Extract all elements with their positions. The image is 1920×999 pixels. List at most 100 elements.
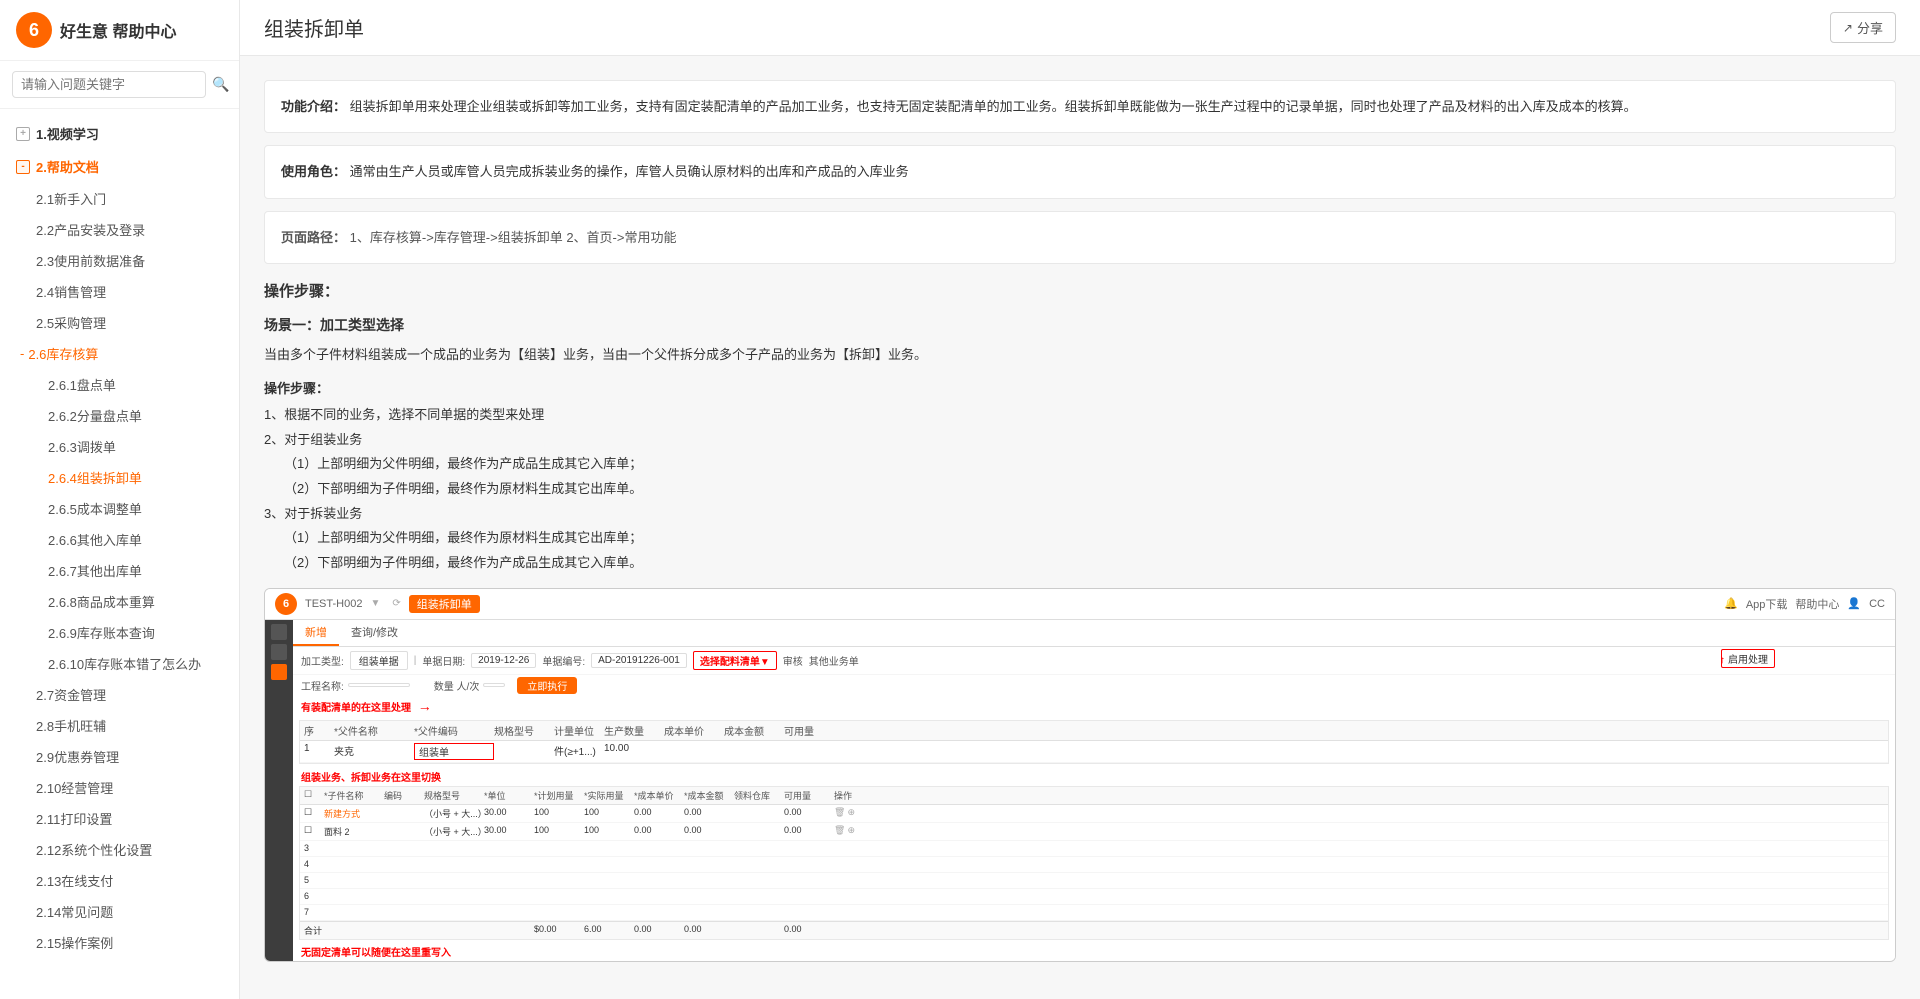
td-l-spec-1: （小号 + 大...）	[424, 807, 484, 820]
sidebar-item-2-11[interactable]: 2.11打印设置	[0, 803, 239, 834]
sidebar-item-2-6-3[interactable]: 2.6.3调拨单	[0, 431, 239, 462]
sidebar-item-2-4[interactable]: 2.4销售管理	[0, 276, 239, 307]
mock-tab-list[interactable]: 查询/修改	[339, 620, 410, 646]
td-l-del-2[interactable]: 🗑	[834, 825, 845, 838]
sidebar-item-2-7[interactable]: 2.7资金管理	[0, 679, 239, 710]
sidebar-item-2-6-7[interactable]: 2.6.7其他出库单	[0, 555, 239, 586]
expand-icon-2-6: -	[20, 346, 24, 361]
share-button[interactable]: ↗ 分享	[1830, 12, 1896, 43]
mock-btn-other[interactable]: 其他业务单	[809, 653, 859, 668]
sidebar-item-2-6-9[interactable]: 2.6.9库存账本查询	[0, 617, 239, 648]
th-l-spec: 规格型号	[424, 789, 484, 802]
mock-tab-new[interactable]: 新增	[293, 620, 339, 646]
intro-text: 组装拆卸单用来处理企业组装或拆卸等加工业务，支持有固定装配清单的产品加工业务，也…	[350, 99, 1637, 114]
td-l-unit-1: 30.00	[484, 807, 534, 820]
path-label: 页面路径：	[281, 230, 346, 245]
screenshot-mockup: 6 TEST-H002 ▼ ⟳ 组装拆卸单 🔔 App下载 帮助中心 👤 CC	[264, 588, 1896, 962]
mock-field-date[interactable]: 2019-12-26	[471, 653, 536, 668]
annotation-arrow-right-1: →	[418, 698, 432, 714]
path-block: 页面路径： 1、库存核算->库存管理->组装拆卸单 2、首页->常用功能	[264, 211, 1896, 264]
mock-btn-approve[interactable]: 审核	[783, 653, 803, 668]
td-avail1-1	[784, 743, 824, 760]
tf-avail-total: 0.00	[784, 924, 834, 937]
sidebar-item-2-6[interactable]: - 2.6库存核算	[0, 338, 239, 369]
search-input[interactable]	[12, 71, 206, 98]
sidebar-item-2[interactable]: - 2.帮助文档	[0, 150, 239, 183]
mock-field-bh[interactable]: AD-20191226-001	[591, 653, 687, 668]
mock-field-qiyong[interactable]: 启用处理	[1721, 649, 1775, 668]
mock-table-header-lower: ☐ *子件名称 编码 规格型号 *单位 *计划用量 *实际用量 *成本单价 *成…	[300, 787, 1888, 805]
mock-bell-icon: 🔔	[1724, 597, 1738, 610]
th-avail1: 可用量	[784, 723, 824, 738]
step-1: 1、根据不同的业务，选择不同单据的类型来处理	[264, 403, 1896, 428]
sidebar-item-2-6-2[interactable]: 2.6.2分量盘点单	[0, 400, 239, 431]
sidebar-item-2-6-4[interactable]: 2.6.4组装拆卸单	[0, 462, 239, 493]
sidebar-item-2-6-5[interactable]: 2.6.5成本调整单	[0, 493, 239, 524]
mock-help-text: 帮助中心	[1795, 596, 1839, 612]
mock-label-bh: 单据编号:	[542, 653, 585, 668]
mock-field-gcname[interactable]	[348, 683, 410, 687]
search-icon[interactable]: 🔍	[212, 76, 229, 93]
step-2: 2、对于组装业务	[264, 428, 1896, 453]
td-l-copy-1[interactable]: ⊕	[847, 807, 855, 820]
mock-logo: 6	[275, 593, 297, 615]
td-l-warehouse-2	[734, 825, 784, 838]
td-l-unit-2: 30.00	[484, 825, 534, 838]
td-l-7: 7	[304, 907, 324, 918]
sidebar-item-2-10[interactable]: 2.10经营管理	[0, 772, 239, 803]
sidebar-item-1[interactable]: + 1.视频学习	[0, 117, 239, 150]
sidebar-item-2-13[interactable]: 2.13在线支付	[0, 865, 239, 896]
sidebar-item-2-9[interactable]: 2.9优惠券管理	[0, 741, 239, 772]
td-l-spec-2: （小号 + 大...）	[424, 825, 484, 838]
role-label: 使用角色：	[281, 164, 346, 179]
td-in1-1: 10.00	[604, 743, 664, 760]
th-l-cost: *成本单价	[634, 789, 684, 802]
tf-empty5	[734, 924, 784, 937]
sidebar-item-2-5[interactable]: 2.5采购管理	[0, 307, 239, 338]
sidebar-item-2-6-1[interactable]: 2.6.1盘点单	[0, 369, 239, 400]
ops-steps-label: 操作步骤：	[264, 378, 1896, 397]
sidebar-item-2-3[interactable]: 2.3使用前数据准备	[0, 245, 239, 276]
sidebar-item-2-15[interactable]: 2.15操作案例	[0, 927, 239, 958]
mock-field-jiagong[interactable]: 组装单据	[350, 651, 408, 670]
td-l-actual-2: 100	[584, 825, 634, 838]
logo-icon: 6	[16, 12, 52, 48]
mock-topbar: 6 TEST-H002 ▼ ⟳ 组装拆卸单 🔔 App下载 帮助中心 👤 CC	[265, 589, 1895, 620]
path-text: 1、库存核算->库存管理->组装拆卸单 2、首页->常用功能	[350, 230, 677, 245]
mock-btn-confirm[interactable]: 立即执行	[517, 677, 577, 694]
page-title: 组装拆卸单	[264, 13, 364, 42]
td-l-avail-1: 0.00	[784, 807, 834, 820]
td-unit1-1	[494, 743, 554, 760]
scene1-desc: 当由多个子件材料组装成一个成品的业务为【组装】业务，当由一个父件拆分成多个子产品…	[264, 343, 1896, 368]
sidebar-item-2-8[interactable]: 2.8手机旺辅	[0, 710, 239, 741]
mock-btn-peiliao[interactable]: 选择配料清单▼	[693, 651, 777, 670]
step-2-2: （2）下部明细为子件明细，最终作为原材料生成其它出库单。	[264, 477, 1896, 502]
annotation-text-1: 有装配清单的在这里处理	[301, 703, 411, 714]
td-l-4: 4	[304, 859, 324, 870]
tf-empty4	[484, 924, 534, 937]
sidebar-item-2-2[interactable]: 2.2产品安装及登录	[0, 214, 239, 245]
mock-table-row-lower-1: ☐ 新建方式 （小号 + 大...） 30.00 100 100 0.00 0.…	[300, 805, 1888, 823]
tf-plan-total: $0.00	[534, 924, 584, 937]
td-total1-1	[724, 743, 784, 760]
sidebar-item-2-14[interactable]: 2.14常见问题	[0, 896, 239, 927]
sidebar-item-2-6-10[interactable]: 2.6.10库存账本错了怎么办	[0, 648, 239, 679]
th-unit1: 规格型号	[494, 723, 554, 738]
td-l-avail-2: 0.00	[784, 825, 834, 838]
td-l-del-1[interactable]: 🗑	[834, 807, 845, 820]
annotation-text-4: 无固定清单可以随便在这里重写入	[293, 942, 1895, 961]
th-l-code: 编码	[384, 789, 424, 802]
td-l-copy-2[interactable]: ⊕	[847, 825, 855, 838]
th-l-actual: *实际用量	[584, 789, 634, 802]
td-code1-1[interactable]: 组装单	[414, 743, 494, 760]
mock-lower-table: ☐ *子件名称 编码 规格型号 *单位 *计划用量 *实际用量 *成本单价 *成…	[299, 786, 1889, 940]
sidebar-item-2-1[interactable]: 2.1新手入门	[0, 183, 239, 214]
sidebar-item-2-6-8[interactable]: 2.6.8商品成本重算	[0, 586, 239, 617]
td-l-cost-2: 0.00	[634, 825, 684, 838]
tf-empty3	[424, 924, 484, 937]
th-total1: 成本金额	[724, 723, 784, 738]
mock-label-qty: 数量 人/次	[434, 678, 480, 693]
sidebar-item-2-6-6[interactable]: 2.6.6其他入库单	[0, 524, 239, 555]
sidebar-item-2-12[interactable]: 2.12系统个性化设置	[0, 834, 239, 865]
mock-field-qty[interactable]	[483, 683, 505, 687]
